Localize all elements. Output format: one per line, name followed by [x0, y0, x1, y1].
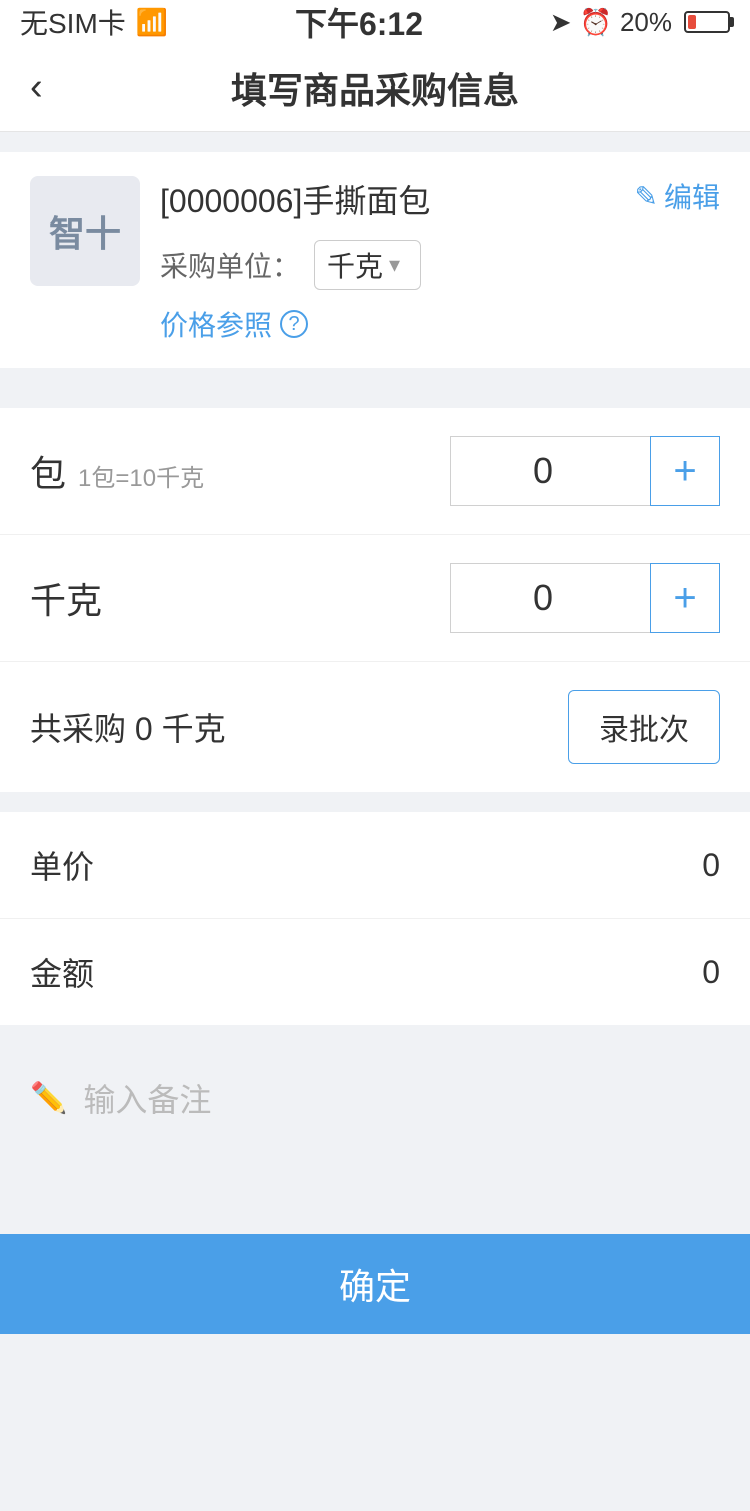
- edit-button[interactable]: ✎ 编辑: [635, 176, 720, 216]
- notes-section[interactable]: ✏️ 输入备注: [0, 1045, 750, 1151]
- unit-price-label: 单价: [30, 842, 94, 888]
- back-button[interactable]: ‹: [30, 66, 43, 109]
- quantity-row-bao: 包 1包=10千克 +: [0, 408, 750, 535]
- price-row-unit: 单价 0: [0, 812, 750, 919]
- quantity-plus-kg[interactable]: +: [650, 563, 720, 633]
- section-divider-1: [0, 368, 750, 388]
- price-ref-info-icon: ?: [280, 310, 308, 338]
- total-prefix: 共采购: [30, 711, 126, 747]
- unit-select[interactable]: 千克 ▾: [314, 240, 421, 290]
- confirm-button[interactable]: 确定: [0, 1234, 750, 1334]
- page-title: 填写商品采购信息: [231, 62, 519, 114]
- section-divider-2: [0, 792, 750, 812]
- nav-bar: ‹ 填写商品采购信息: [0, 44, 750, 132]
- status-bar: 无SIM卡 📶 下午6:12 ➤ ⏰ 20%: [0, 0, 750, 44]
- batch-button[interactable]: 录批次: [568, 690, 720, 764]
- quantity-section: 包 1包=10千克 + 千克 +: [0, 408, 750, 662]
- wifi-icon: 📶: [136, 7, 168, 38]
- total-text: 共采购 0 千克: [30, 704, 226, 750]
- quantity-row-kg: 千克 +: [0, 535, 750, 662]
- quantity-label-group-kg: 千克: [30, 572, 102, 624]
- unit-label: 采购单位：: [160, 245, 300, 285]
- quantity-label-group-bao: 包 1包=10千克: [30, 445, 204, 497]
- quantity-plus-bao[interactable]: +: [650, 436, 720, 506]
- edit-label: 编辑: [664, 176, 720, 216]
- edit-icon: ✎: [635, 180, 658, 213]
- alarm-icon: ⏰: [580, 7, 612, 38]
- battery-percent: 20%: [620, 7, 672, 38]
- quantity-input-bao[interactable]: [450, 436, 650, 506]
- quantity-label-kg: 千克: [30, 572, 102, 624]
- total-amount: 0: [135, 711, 153, 747]
- confirm-label: 确定: [339, 1258, 411, 1310]
- status-bar-right: ➤ ⏰ 20%: [550, 7, 730, 38]
- product-unit-row: 采购单位： 千克 ▾: [160, 240, 720, 290]
- unit-value: 千克: [327, 245, 383, 285]
- quantity-input-kg[interactable]: [450, 563, 650, 633]
- product-image: 智十: [30, 176, 140, 286]
- price-row-amount: 金额 0: [0, 919, 750, 1025]
- quantity-input-group-bao: +: [450, 436, 720, 506]
- total-section: 共采购 0 千克 录批次: [0, 662, 750, 792]
- total-unit: 千克: [162, 711, 226, 747]
- price-ref-button[interactable]: 价格参照 ?: [160, 304, 720, 344]
- amount-label: 金额: [30, 949, 94, 995]
- unit-price-value: 0: [702, 847, 720, 884]
- notes-placeholder: 输入备注: [83, 1075, 211, 1121]
- carrier-text: 无SIM卡: [20, 2, 126, 42]
- price-section: 单价 0 金额 0: [0, 812, 750, 1025]
- dropdown-arrow-icon: ▾: [389, 252, 400, 278]
- quantity-sublabel-bao: 1包=10千克: [78, 458, 204, 493]
- quantity-label-bao: 包: [30, 445, 66, 497]
- location-icon: ➤: [550, 7, 572, 38]
- status-bar-left: 无SIM卡 📶: [20, 2, 168, 42]
- amount-value: 0: [702, 954, 720, 991]
- status-bar-time: 下午6:12: [295, 0, 423, 45]
- price-ref-label: 价格参照: [160, 304, 272, 344]
- pencil-icon: ✏️: [30, 1081, 67, 1116]
- product-logo: 智十: [49, 205, 121, 257]
- product-card: 智十 [0000006]手撕面包 采购单位： 千克 ▾ 价格参照 ? ✎ 编辑: [0, 152, 750, 368]
- battery-icon: [684, 11, 730, 33]
- quantity-input-group-kg: +: [450, 563, 720, 633]
